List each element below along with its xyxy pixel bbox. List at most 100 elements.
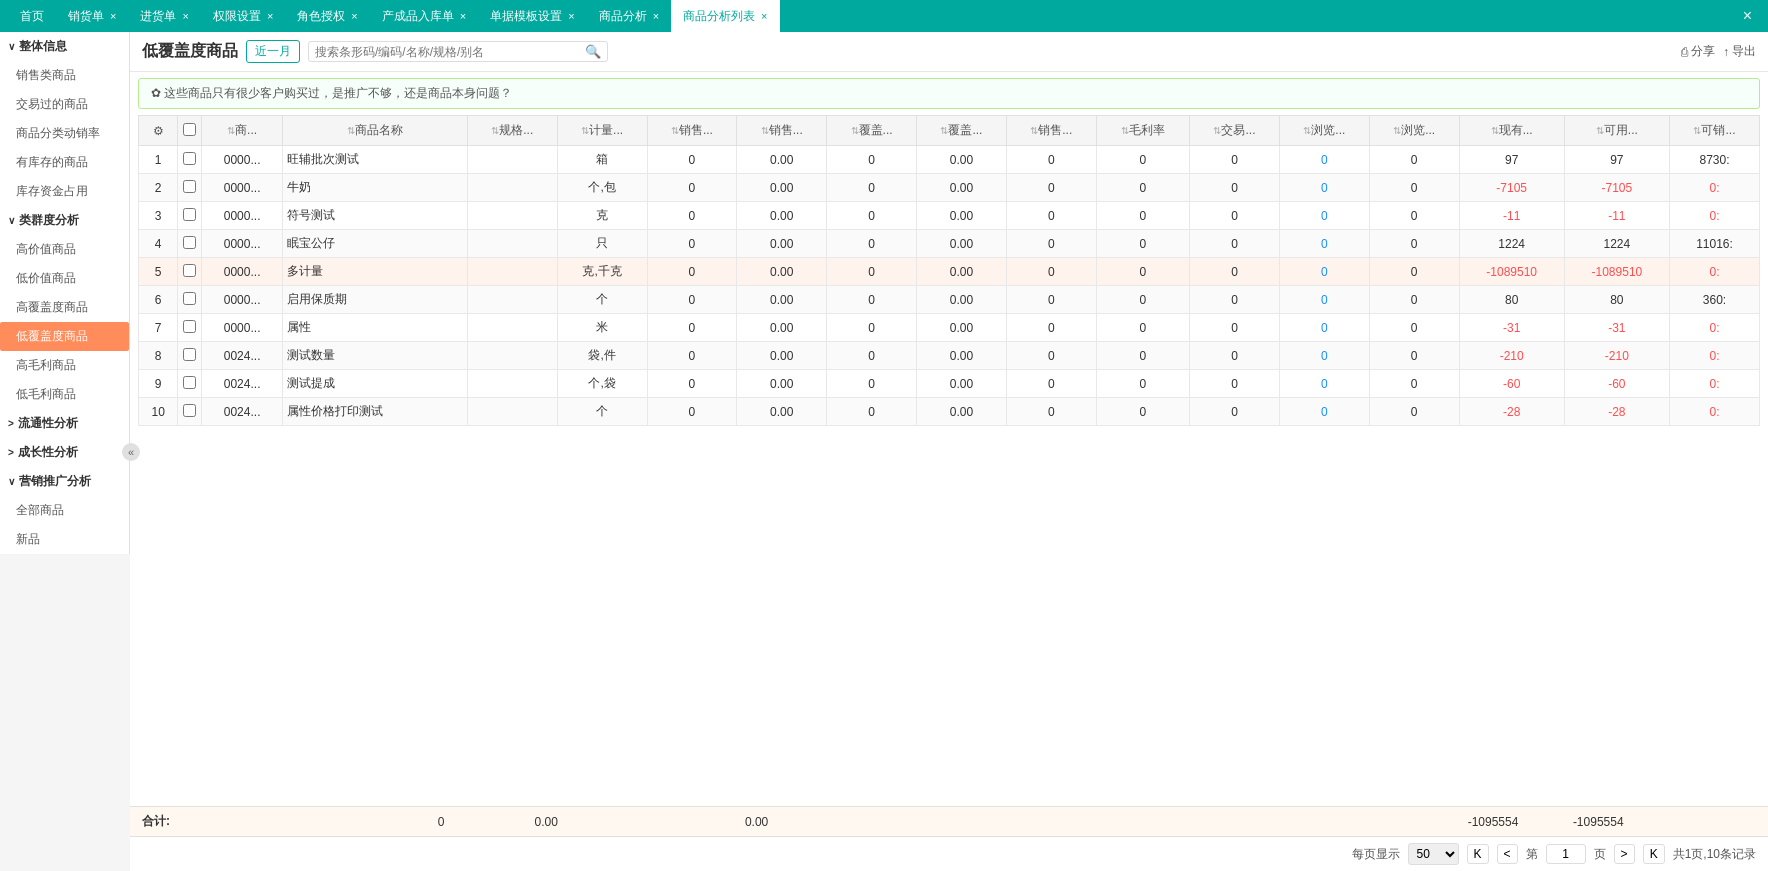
first-page-button[interactable]: K bbox=[1467, 844, 1489, 864]
sidebar-item-low-coverage[interactable]: 低覆盖度商品 bbox=[0, 322, 129, 351]
sidebar-item-new-goods[interactable]: 新品 bbox=[0, 525, 129, 554]
table-container[interactable]: ⚙ ⇅商... ⇅商品名称 ⇅规格... ⇅计量... ⇅销售... ⇅销售..… bbox=[130, 115, 1768, 806]
sidebar-item-traded-goods[interactable]: 交易过的商品 bbox=[0, 90, 129, 119]
sidebar-item-all-goods[interactable]: 全部商品 bbox=[0, 496, 129, 525]
window-close-button[interactable]: × bbox=[1735, 7, 1760, 25]
sidebar-item-low-value[interactable]: 低价值商品 bbox=[0, 264, 129, 293]
nav-products[interactable]: 产成品入库单× bbox=[370, 0, 478, 32]
nav-sales[interactable]: 销货单× bbox=[56, 0, 128, 32]
row-cov1: 0 bbox=[827, 258, 917, 286]
row-checkbox-input[interactable] bbox=[183, 292, 196, 305]
row-checkbox-input[interactable] bbox=[183, 348, 196, 361]
page-size-select[interactable]: 50 10 20 100 bbox=[1408, 843, 1459, 865]
nav-analysis[interactable]: 商品分析× bbox=[587, 0, 671, 32]
row-checkbox[interactable] bbox=[178, 174, 202, 202]
sidebar-section-flow[interactable]: > 流通性分析 bbox=[0, 409, 129, 438]
nav-home[interactable]: 首页 bbox=[8, 0, 56, 32]
next-page-button[interactable]: > bbox=[1614, 844, 1635, 864]
row-checkbox[interactable] bbox=[178, 314, 202, 342]
section-arrow-flow: > bbox=[8, 418, 14, 429]
col-sales-amt[interactable]: ⇅销售... bbox=[737, 116, 827, 146]
row-num: 1 bbox=[139, 146, 178, 174]
col-curr[interactable]: ⇅现有... bbox=[1459, 116, 1564, 146]
col-margin[interactable]: ⇅毛利率 bbox=[1096, 116, 1189, 146]
row-checkbox-input[interactable] bbox=[183, 264, 196, 277]
col-browse1[interactable]: ⇅浏览... bbox=[1279, 116, 1369, 146]
col-unit[interactable]: ⇅计量... bbox=[557, 116, 647, 146]
row-browse2: 0 bbox=[1369, 202, 1459, 230]
sidebar-collapse-button[interactable]: « bbox=[122, 443, 140, 461]
nav-permissions[interactable]: 权限设置× bbox=[201, 0, 285, 32]
row-checkbox[interactable] bbox=[178, 146, 202, 174]
row-checkbox-input[interactable] bbox=[183, 320, 196, 333]
sidebar-section-general[interactable]: ∨ 整体信息 bbox=[0, 32, 129, 61]
sidebar-section-growth[interactable]: > 成长性分析 bbox=[0, 438, 129, 467]
sidebar-item-low-margin[interactable]: 低毛利商品 bbox=[0, 380, 129, 409]
sidebar-item-high-coverage[interactable]: 高覆盖度商品 bbox=[0, 293, 129, 322]
sidebar-item-sales-goods[interactable]: 销售类商品 bbox=[0, 61, 129, 90]
row-checkbox[interactable] bbox=[178, 286, 202, 314]
sidebar-item-category-rate[interactable]: 商品分类动销率 bbox=[0, 119, 129, 148]
row-margin: 0 bbox=[1096, 174, 1189, 202]
close-templates-tab[interactable]: × bbox=[568, 10, 574, 22]
prev-page-button[interactable]: < bbox=[1497, 844, 1518, 864]
row-checkbox[interactable] bbox=[178, 370, 202, 398]
row-checkbox-input[interactable] bbox=[183, 152, 196, 165]
row-checkbox[interactable] bbox=[178, 258, 202, 286]
row-checkbox-input[interactable] bbox=[183, 236, 196, 249]
sidebar-item-high-margin[interactable]: 高毛利商品 bbox=[0, 351, 129, 380]
row-checkbox[interactable] bbox=[178, 230, 202, 258]
row-checkbox[interactable] bbox=[178, 398, 202, 426]
last-page-button[interactable]: K bbox=[1643, 844, 1665, 864]
close-analysis-tab[interactable]: × bbox=[653, 10, 659, 22]
share-button[interactable]: ⎙ 分享 bbox=[1681, 43, 1715, 60]
row-checkbox-input[interactable] bbox=[183, 180, 196, 193]
col-trans[interactable]: ⇅交易... bbox=[1190, 116, 1280, 146]
col-code[interactable]: ⇅商... bbox=[202, 116, 283, 146]
row-sales-qty: 0 bbox=[647, 370, 737, 398]
table-row: 40000...眠宝公仔只00.0000.0000000122412241101… bbox=[139, 230, 1760, 258]
col-spec[interactable]: ⇅规格... bbox=[467, 116, 557, 146]
col-coverage2[interactable]: ⇅覆盖... bbox=[917, 116, 1007, 146]
col-name[interactable]: ⇅商品名称 bbox=[282, 116, 467, 146]
col-coverage1[interactable]: ⇅覆盖... bbox=[827, 116, 917, 146]
col-sales-qty[interactable]: ⇅销售... bbox=[647, 116, 737, 146]
row-sales-qty: 0 bbox=[647, 230, 737, 258]
export-button[interactable]: ↑ 导出 bbox=[1723, 43, 1756, 60]
row-checkbox[interactable] bbox=[178, 342, 202, 370]
nav-purchase[interactable]: 进货单× bbox=[128, 0, 200, 32]
row-browse2: 0 bbox=[1369, 146, 1459, 174]
col-settings[interactable]: ⚙ bbox=[139, 116, 178, 146]
date-filter-button[interactable]: 近一月 bbox=[246, 40, 300, 63]
nav-analysis-list[interactable]: 商品分析列表× bbox=[671, 0, 779, 32]
close-roles-tab[interactable]: × bbox=[351, 10, 357, 22]
table-row: 20000...牛奶个,包00.0000.0000000-7105-71050: bbox=[139, 174, 1760, 202]
sidebar-section-cluster[interactable]: ∨ 类群度分析 bbox=[0, 206, 129, 235]
close-permissions-tab[interactable]: × bbox=[267, 10, 273, 22]
select-all-checkbox[interactable] bbox=[183, 123, 196, 136]
row-checkbox-input[interactable] bbox=[183, 404, 196, 417]
col-browse2[interactable]: ⇅浏览... bbox=[1369, 116, 1459, 146]
col-select-all[interactable] bbox=[178, 116, 202, 146]
sidebar-item-stock-goods[interactable]: 有库存的商品 bbox=[0, 148, 129, 177]
sidebar-item-stock-capital[interactable]: 库存资金占用 bbox=[0, 177, 129, 206]
nav-roles[interactable]: 角色授权× bbox=[285, 0, 369, 32]
row-browse2: 0 bbox=[1369, 370, 1459, 398]
row-checkbox-input[interactable] bbox=[183, 208, 196, 221]
close-sales-tab[interactable]: × bbox=[110, 10, 116, 22]
page-number-input[interactable] bbox=[1546, 844, 1586, 864]
col-sales3[interactable]: ⇅销售... bbox=[1006, 116, 1096, 146]
col-saleable[interactable]: ⇅可销... bbox=[1669, 116, 1759, 146]
row-checkbox[interactable] bbox=[178, 202, 202, 230]
row-checkbox-input[interactable] bbox=[183, 376, 196, 389]
nav-templates[interactable]: 单据模板设置× bbox=[478, 0, 586, 32]
close-products-tab[interactable]: × bbox=[460, 10, 466, 22]
sidebar-section-marketing[interactable]: ∨ 营销推广分析 bbox=[0, 467, 129, 496]
search-input[interactable] bbox=[315, 45, 585, 59]
row-sales-amt: 0.00 bbox=[737, 258, 827, 286]
close-analysis-list-tab[interactable]: × bbox=[761, 10, 767, 22]
col-avail[interactable]: ⇅可用... bbox=[1564, 116, 1669, 146]
sidebar-item-high-value[interactable]: 高价值商品 bbox=[0, 235, 129, 264]
content-area: 低覆盖度商品 近一月 🔍 ⎙ 分享 ↑ 导出 ✿ 这些商品只有很少客户购买过，是… bbox=[130, 32, 1768, 871]
close-purchase-tab[interactable]: × bbox=[182, 10, 188, 22]
